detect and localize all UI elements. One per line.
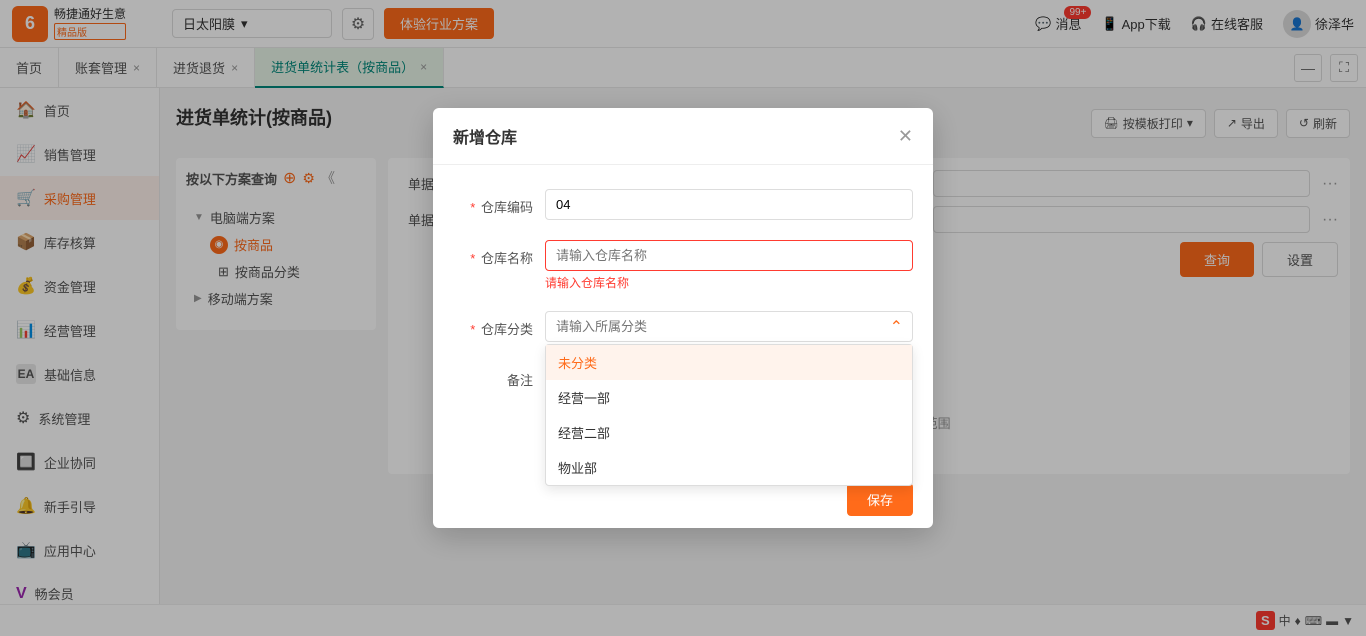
dropdown-arrow-icon[interactable]: ⌃ <box>890 317 903 337</box>
field-code-label: * 仓库编码 <box>453 189 533 216</box>
field-row-code: * 仓库编码 <box>453 189 913 220</box>
field-notes-label: 备注 <box>453 362 533 389</box>
name-error-msg: 请输入仓库名称 <box>545 274 913 291</box>
category-input[interactable] <box>545 311 913 342</box>
warehouse-name-input[interactable] <box>545 240 913 271</box>
modal-header: 新增仓库 ✕ <box>433 108 933 165</box>
dropdown-option-4[interactable]: 物业部 <box>546 450 912 485</box>
dropdown-option-3[interactable]: 经营二部 <box>546 415 912 450</box>
required-mark-name: * <box>470 251 475 266</box>
required-mark-cat: * <box>470 322 475 337</box>
field-category-label: * 仓库分类 <box>453 311 533 338</box>
add-warehouse-modal: 新增仓库 ✕ * 仓库编码 * 仓库名称 <box>433 108 933 528</box>
field-category-wrap: ⌃ 未分类 经营一部 经营二部 物业部 <box>545 311 913 342</box>
save-button[interactable]: 保存 <box>847 483 913 516</box>
modal-overlay[interactable]: 新增仓库 ✕ * 仓库编码 * 仓库名称 <box>0 0 1366 636</box>
dropdown-option-2[interactable]: 经营一部 <box>546 380 912 415</box>
modal-body: * 仓库编码 * 仓库名称 请输入仓库名称 <box>433 165 933 471</box>
modal-close-icon[interactable]: ✕ <box>898 126 913 147</box>
category-dropdown-list: 未分类 经营一部 经营二部 物业部 <box>545 344 913 486</box>
dropdown-option-1[interactable]: 未分类 <box>546 345 912 380</box>
field-name-label: * 仓库名称 <box>453 240 533 267</box>
warehouse-code-input[interactable] <box>545 189 913 220</box>
field-name-wrap: 请输入仓库名称 <box>545 240 913 291</box>
field-code-wrap <box>545 189 913 220</box>
field-row-category: * 仓库分类 ⌃ 未分类 经营一部 经营二部 物业部 <box>453 311 913 342</box>
required-mark: * <box>470 200 475 215</box>
modal-title: 新增仓库 <box>453 124 517 148</box>
field-row-name: * 仓库名称 请输入仓库名称 <box>453 240 913 291</box>
